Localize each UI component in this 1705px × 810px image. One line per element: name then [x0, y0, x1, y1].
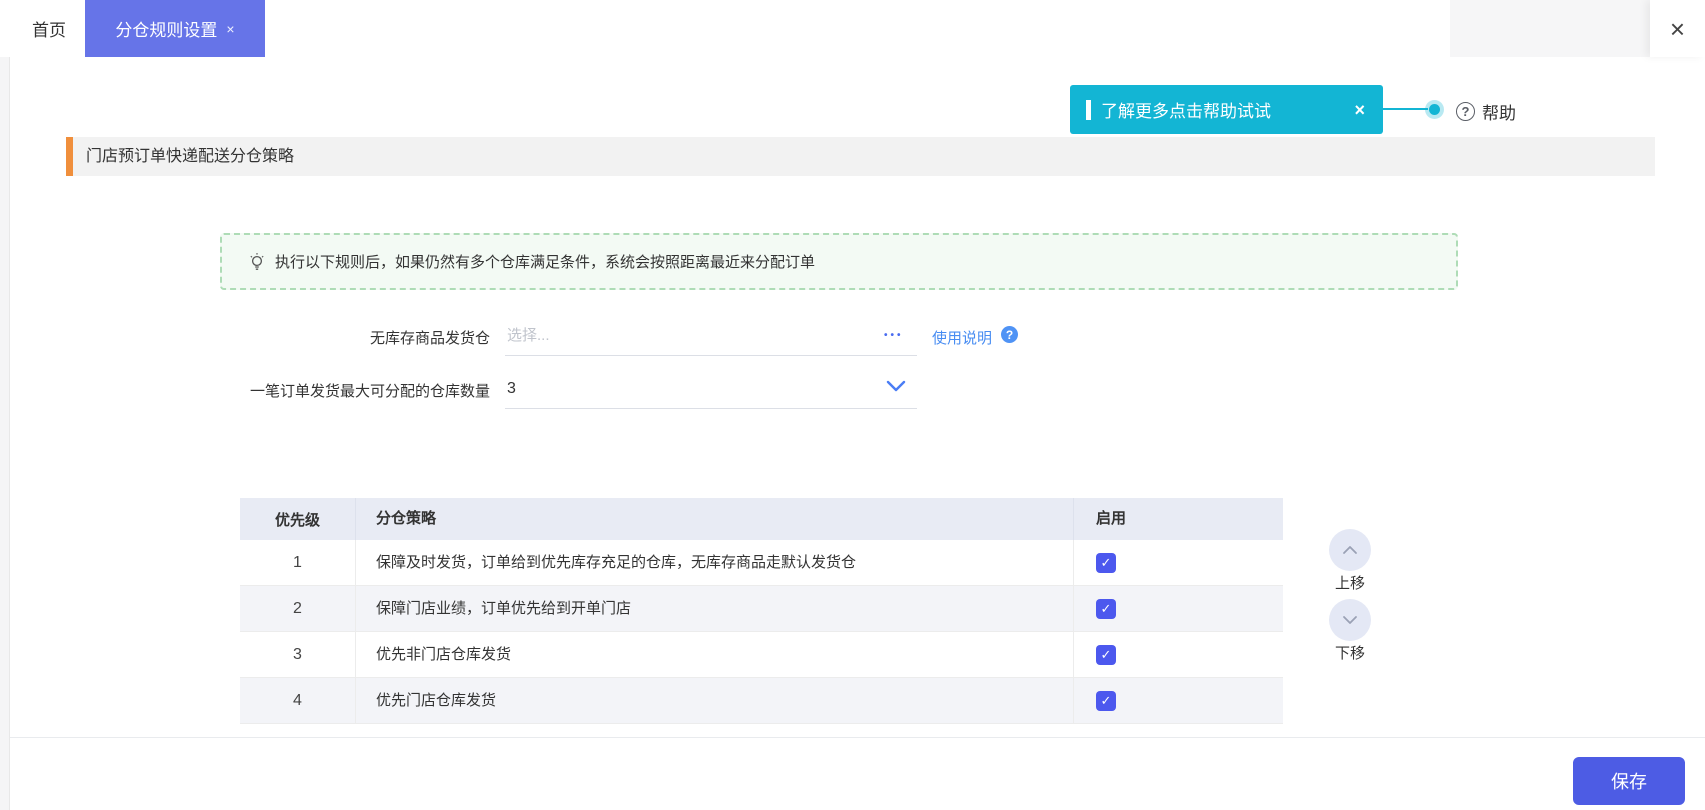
tab-home[interactable]: 首页	[10, 0, 88, 57]
no-stock-warehouse-select[interactable]: 选择...	[505, 317, 917, 356]
tab-close-icon[interactable]: ×	[226, 22, 234, 36]
header-priority: 优先级	[274, 511, 320, 529]
enable-checkbox[interactable]	[1096, 552, 1116, 573]
table-row[interactable]: 3 优先非门店仓库发货	[240, 631, 1283, 678]
info-banner-text: 执行以下规则后，如果仍然有多个仓库满足条件，系统会按照距离最近来分配订单	[275, 254, 816, 271]
usage-instructions-link[interactable]: 使用说明	[932, 327, 992, 348]
table-row[interactable]: 2 保障门店业绩，订单优先给到开单门店	[240, 585, 1283, 632]
tooltip-bar-icon	[1086, 99, 1091, 120]
tooltip-close-icon[interactable]: ×	[1354, 101, 1365, 119]
header-enabled: 启用	[1073, 498, 1283, 540]
max-warehouses-value: 3	[507, 380, 516, 397]
help-button[interactable]: ? 帮助	[1456, 99, 1516, 124]
section-accent-bar	[66, 137, 73, 176]
move-up-label: 上移	[1334, 575, 1365, 592]
chevron-down-icon[interactable]	[886, 380, 906, 392]
app-window: 首页 分仓规则设置 × × 了解更多点击帮助试试 × ? 帮助 门店预订单快递配…	[0, 0, 1705, 810]
select-placeholder: 选择...	[507, 327, 550, 344]
tooltip-text: 了解更多点击帮助试试	[1101, 102, 1271, 121]
save-button[interactable]: 保存	[1573, 757, 1685, 805]
table-header-row: 优先级 分仓策略 启用	[240, 498, 1283, 540]
section-header: 门店预订单快递配送分仓策略	[66, 137, 1655, 176]
chevron-down-icon	[1343, 616, 1357, 624]
priority-cell: 1	[293, 553, 302, 571]
strategy-cell: 保障门店业绩，订单优先给到开单门店	[355, 585, 1073, 632]
max-warehouses-label: 一笔订单发货最大可分配的仓库数量	[249, 383, 490, 400]
tab-label: 分仓规则设置	[115, 21, 218, 40]
window-close-button[interactable]: ×	[1650, 0, 1705, 57]
table-row[interactable]: 1 保障及时发货，订单给到优先库存充足的仓库，无库存商品走默认发货仓	[240, 539, 1283, 586]
chevron-up-icon	[1343, 546, 1357, 554]
tab-strip-fade	[1450, 0, 1650, 57]
strategy-table: 优先级 分仓策略 启用 1 保障及时发货，订单给到优先库存充足的仓库，无库存商品…	[240, 498, 1283, 724]
footer-bar: 保存	[10, 737, 1705, 810]
priority-cell: 4	[293, 691, 302, 709]
enable-checkbox[interactable]	[1096, 598, 1116, 619]
move-down-button[interactable]	[1329, 599, 1371, 641]
enable-checkbox[interactable]	[1096, 690, 1116, 711]
header-strategy: 分仓策略	[355, 498, 1073, 540]
priority-cell: 2	[293, 599, 302, 617]
max-warehouses-select[interactable]: 3	[505, 370, 917, 409]
question-circle-icon: ?	[1456, 102, 1475, 121]
strategy-cell: 优先门店仓库发货	[355, 677, 1073, 724]
move-down-label: 下移	[1334, 645, 1365, 662]
tab-bar: 首页 分仓规则设置 × ×	[0, 0, 1705, 57]
tooltip-connector-line	[1383, 108, 1428, 110]
close-icon: ×	[1669, 13, 1686, 44]
no-stock-warehouse-label: 无库存商品发货仓	[369, 330, 490, 347]
tooltip-connector-dot	[1425, 100, 1444, 119]
help-label: 帮助	[1482, 104, 1516, 123]
usage-help-icon[interactable]: ?	[1001, 326, 1018, 343]
section-title: 门店预订单快递配送分仓策略	[86, 148, 295, 165]
info-banner: 执行以下规则后，如果仍然有多个仓库满足条件，系统会按照距离最近来分配订单	[220, 233, 1458, 290]
enable-checkbox[interactable]	[1096, 644, 1116, 665]
priority-cell: 3	[293, 645, 302, 663]
strategy-cell: 优先非门店仓库发货	[355, 631, 1073, 678]
more-options-button[interactable]: •••	[884, 330, 904, 341]
left-gutter	[0, 57, 10, 810]
tab-warehouse-rules[interactable]: 分仓规则设置 ×	[85, 0, 265, 57]
table-row[interactable]: 4 优先门店仓库发货	[240, 677, 1283, 724]
dot-icon	[1429, 104, 1440, 115]
help-tooltip: 了解更多点击帮助试试 ×	[1070, 85, 1383, 134]
lightbulb-icon	[250, 252, 264, 270]
move-up-button[interactable]	[1329, 529, 1371, 571]
strategy-cell: 保障及时发货，订单给到优先库存充足的仓库，无库存商品走默认发货仓	[355, 539, 1073, 586]
